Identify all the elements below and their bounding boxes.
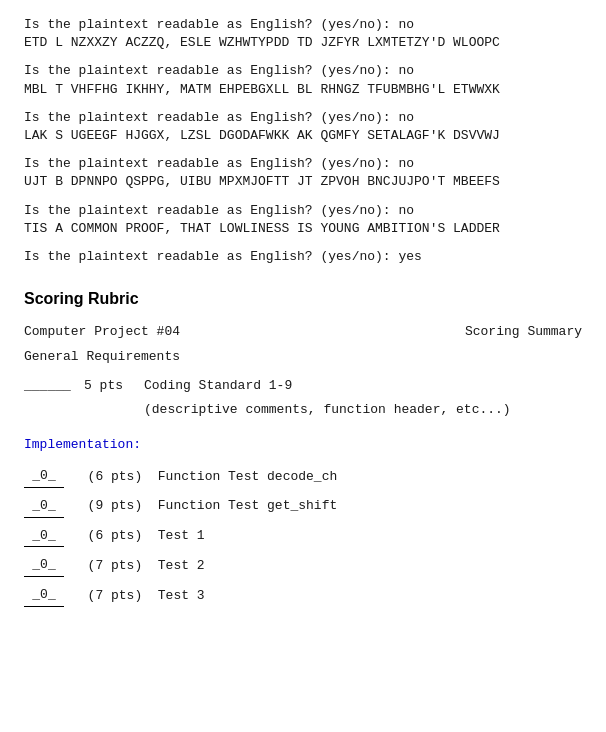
question-line-6: Is the plaintext readable as English? (y…: [24, 248, 582, 266]
coding-standard-row: ______ 5 pts Coding Standard 1-9: [24, 376, 582, 397]
impl-blank-2: _0_: [24, 496, 64, 518]
implementation-label: Implementation:: [24, 435, 582, 456]
answer-line-2: MBL T VHFFHG IKHHY, MATM EHPEBGXLL BL RH…: [24, 81, 582, 99]
coding-sub-desc: (descriptive comments, function header, …: [144, 400, 511, 421]
question-block-6: Is the plaintext readable as English? (y…: [24, 248, 582, 266]
impl-desc-5: Test 3: [142, 586, 204, 607]
question-block-3: Is the plaintext readable as English? (y…: [24, 109, 582, 145]
coding-desc: Coding Standard 1-9: [144, 376, 292, 397]
question-line-4: Is the plaintext readable as English? (y…: [24, 155, 582, 173]
question-line-5: Is the plaintext readable as English? (y…: [24, 202, 582, 220]
answer-line-1: ETD L NZXXZY ACZZQ, ESLE WZHWTYPDD TD JZ…: [24, 34, 582, 52]
impl-desc-2: Function Test get_shift: [142, 496, 337, 517]
question-line-1: Is the plaintext readable as English? (y…: [24, 16, 582, 34]
impl-blank-1: _0_: [24, 466, 64, 488]
impl-row-4: _0_ (7 pts) Test 2: [24, 555, 582, 577]
impl-pts-4: (7 pts): [72, 556, 142, 577]
summary-label: Scoring Summary: [465, 322, 582, 343]
coding-standard-sub-row: (descriptive comments, function header, …: [24, 400, 582, 421]
impl-row-5: _0_ (7 pts) Test 3: [24, 585, 582, 607]
coding-blank: ______: [24, 376, 84, 397]
question-block-1: Is the plaintext readable as English? (y…: [24, 16, 582, 52]
impl-pts-2: (9 pts): [72, 496, 142, 517]
answer-line-3: LAK S UGEEGF HJGGX, LZSL DGODAFWKK AK QG…: [24, 127, 582, 145]
question-block-2: Is the plaintext readable as English? (y…: [24, 62, 582, 98]
scoring-rubric-title: Scoring Rubric: [24, 290, 582, 308]
question-block-5: Is the plaintext readable as English? (y…: [24, 202, 582, 238]
answer-line-4: UJT B DPNNPO QSPPG, UIBU MPXMJOFTT JT ZP…: [24, 173, 582, 191]
coding-pts: 5 pts: [84, 376, 144, 397]
impl-row-3: _0_ (6 pts) Test 1: [24, 526, 582, 548]
impl-desc-1: Function Test decode_ch: [142, 467, 337, 488]
question-line-3: Is the plaintext readable as English? (y…: [24, 109, 582, 127]
impl-pts-3: (6 pts): [72, 526, 142, 547]
answer-line-5: TIS A COMMON PROOF, THAT LOWLINESS IS YO…: [24, 220, 582, 238]
impl-row-2: _0_ (9 pts) Function Test get_shift: [24, 496, 582, 518]
question-block-4: Is the plaintext readable as English? (y…: [24, 155, 582, 191]
impl-blank-4: _0_: [24, 555, 64, 577]
general-requirements: General Requirements: [24, 347, 582, 368]
project-label: Computer Project #04: [24, 322, 180, 343]
impl-blank-5: _0_: [24, 585, 64, 607]
impl-row-1: _0_ (6 pts) Function Test decode_ch: [24, 466, 582, 488]
general-req-label: General Requirements: [24, 349, 180, 364]
impl-pts-5: (7 pts): [72, 586, 142, 607]
impl-desc-3: Test 1: [142, 526, 204, 547]
question-line-2: Is the plaintext readable as English? (y…: [24, 62, 582, 80]
impl-blank-3: _0_: [24, 526, 64, 548]
impl-desc-4: Test 2: [142, 556, 204, 577]
scoring-table: Computer Project #04 Scoring Summary Gen…: [24, 322, 582, 607]
impl-pts-1: (6 pts): [72, 467, 142, 488]
scoring-header-row: Computer Project #04 Scoring Summary: [24, 322, 582, 343]
